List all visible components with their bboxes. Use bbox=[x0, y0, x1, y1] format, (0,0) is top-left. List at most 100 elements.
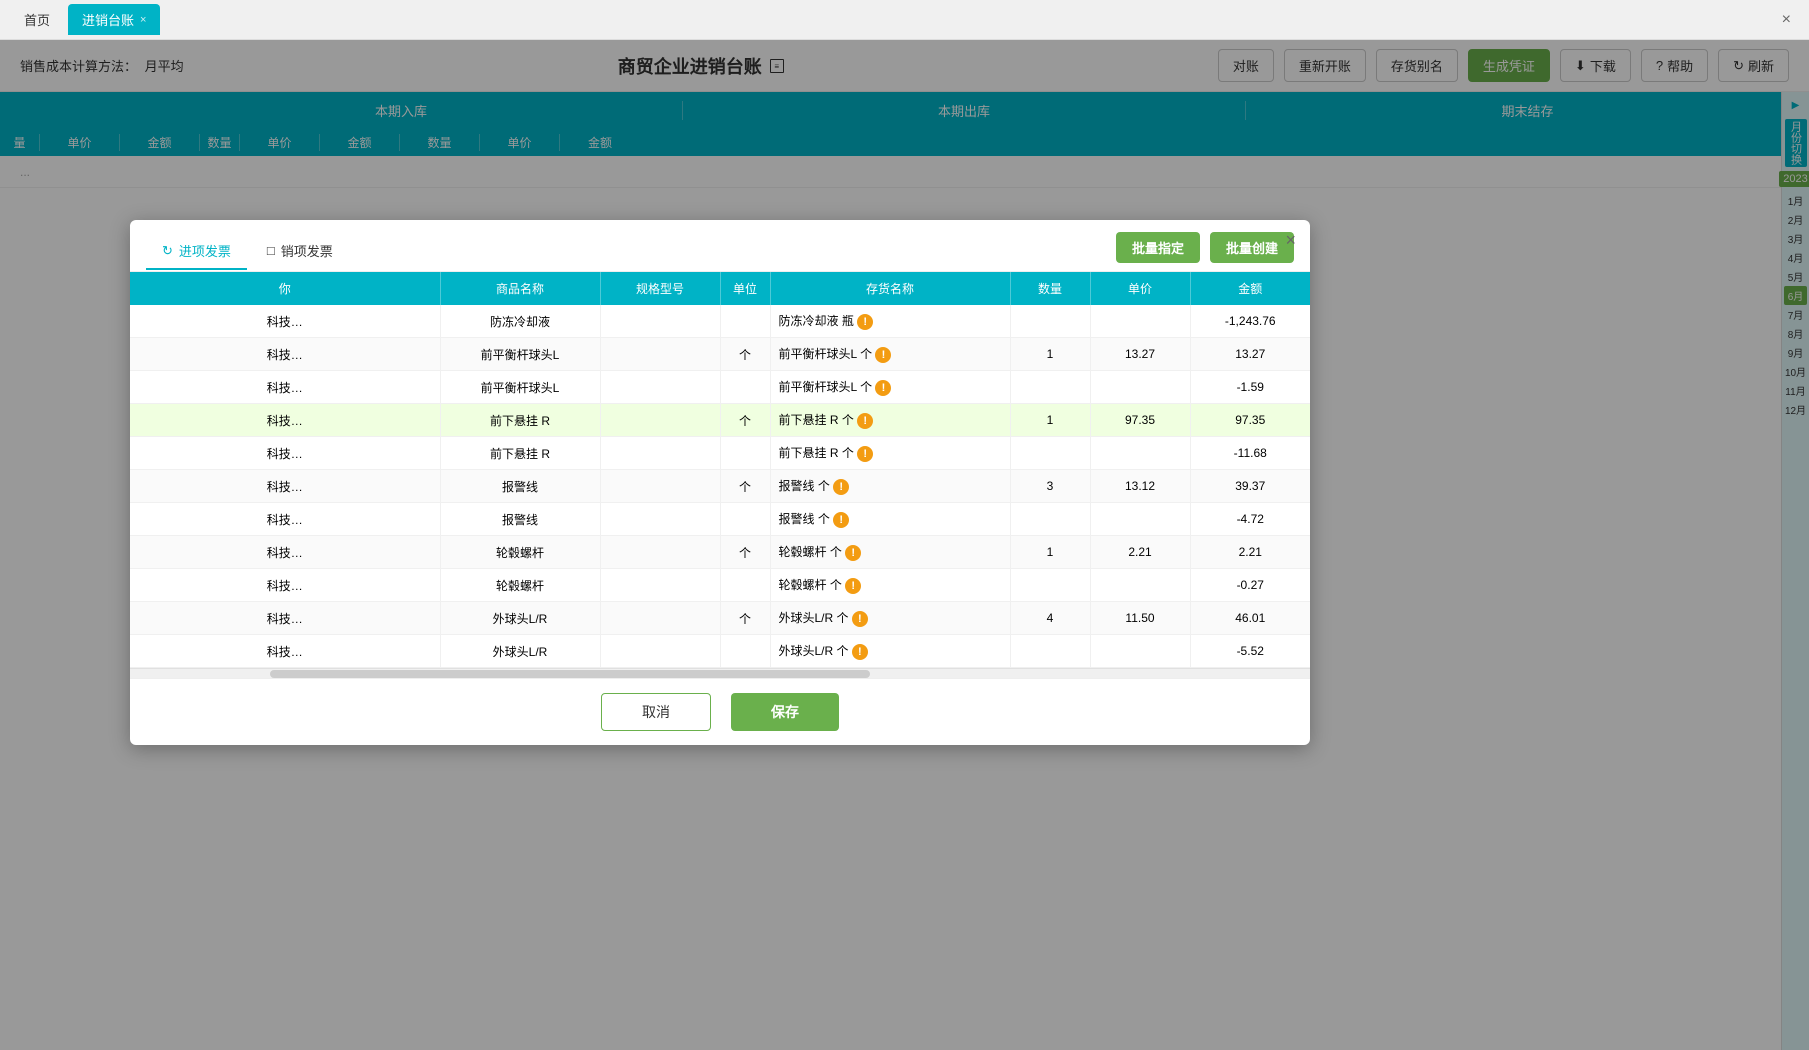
tab-ledger-close[interactable]: × bbox=[140, 14, 146, 26]
cell-amount: 97.35 bbox=[1190, 404, 1310, 437]
batch-create-button[interactable]: 批量创建 bbox=[1210, 232, 1294, 263]
cell-product-name: 报警线 bbox=[440, 503, 600, 536]
warning-icon[interactable]: ! bbox=[857, 314, 873, 330]
table-row: 科技…轮毂螺杆轮毂螺杆 个 !-0.27 bbox=[130, 569, 1310, 602]
cell-spec bbox=[600, 536, 720, 569]
warning-icon[interactable]: ! bbox=[875, 347, 891, 363]
cell-qty bbox=[1010, 371, 1090, 404]
modal-header: ↻ 进项发票 □ 销项发票 批量指定 批量创建 × bbox=[130, 220, 1310, 272]
modal-scrollbar-thumb[interactable] bbox=[270, 670, 870, 678]
cell-unit bbox=[720, 371, 770, 404]
warning-icon[interactable]: ! bbox=[852, 644, 868, 660]
modal-scrollbar[interactable] bbox=[130, 668, 1310, 678]
modal-tab-purchase[interactable]: ↻ 进项发票 bbox=[146, 233, 247, 270]
warning-icon[interactable]: ! bbox=[833, 479, 849, 495]
window-close-button[interactable]: × bbox=[1774, 7, 1799, 33]
cell-unit-price: 13.12 bbox=[1090, 470, 1190, 503]
cell-inventory: 防冻冷却液 瓶 ! bbox=[770, 305, 1010, 338]
cell-product-name: 前下悬挂 R bbox=[440, 404, 600, 437]
modal-close-button[interactable]: × bbox=[1285, 230, 1296, 251]
col-company: 你 bbox=[130, 272, 440, 305]
cell-unit-price bbox=[1090, 371, 1190, 404]
cell-unit bbox=[720, 437, 770, 470]
cell-unit bbox=[720, 569, 770, 602]
cell-unit-price bbox=[1090, 437, 1190, 470]
cell-unit-price bbox=[1090, 569, 1190, 602]
cell-product-name: 报警线 bbox=[440, 470, 600, 503]
table-row: 科技…外球头L/R个外球头L/R 个 !411.5046.01 bbox=[130, 602, 1310, 635]
warning-icon[interactable]: ! bbox=[875, 380, 891, 396]
purchase-tab-icon: ↻ bbox=[162, 243, 173, 259]
cell-amount: 39.37 bbox=[1190, 470, 1310, 503]
modal-table-wrapper: 你 商品名称 规格型号 单位 存货名称 数量 单价 金额 科技…防冻冷却液防冻冷… bbox=[130, 272, 1310, 668]
sales-tab-icon: □ bbox=[267, 243, 275, 258]
cell-unit bbox=[720, 503, 770, 536]
cell-unit-price: 13.27 bbox=[1090, 338, 1190, 371]
cell-company: 科技… bbox=[130, 602, 440, 635]
cell-qty: 1 bbox=[1010, 404, 1090, 437]
save-button[interactable]: 保存 bbox=[731, 693, 839, 731]
cell-qty bbox=[1010, 305, 1090, 338]
modal-table-head: 你 商品名称 规格型号 单位 存货名称 数量 单价 金额 bbox=[130, 272, 1310, 305]
cell-qty: 4 bbox=[1010, 602, 1090, 635]
cell-company: 科技… bbox=[130, 305, 440, 338]
cell-inventory: 前下悬挂 R 个 ! bbox=[770, 404, 1010, 437]
cell-unit: 个 bbox=[720, 404, 770, 437]
col-qty: 数量 bbox=[1010, 272, 1090, 305]
table-row: 科技…报警线个报警线 个 !313.1239.37 bbox=[130, 470, 1310, 503]
modal-header-actions: 批量指定 批量创建 bbox=[1116, 232, 1294, 271]
table-row: 科技…报警线报警线 个 !-4.72 bbox=[130, 503, 1310, 536]
cell-amount: 2.21 bbox=[1190, 536, 1310, 569]
cell-unit-price bbox=[1090, 305, 1190, 338]
cell-unit: 个 bbox=[720, 602, 770, 635]
cell-spec bbox=[600, 404, 720, 437]
cell-unit: 个 bbox=[720, 536, 770, 569]
cell-company: 科技… bbox=[130, 569, 440, 602]
cell-company: 科技… bbox=[130, 635, 440, 668]
batch-assign-button[interactable]: 批量指定 bbox=[1116, 232, 1200, 263]
cell-product-name: 外球头L/R bbox=[440, 602, 600, 635]
main-content: 销售成本计算方法： 月平均 商贸企业进销台账 ≡ 对账 重新开账 存货别名 生成… bbox=[0, 40, 1809, 1050]
warning-icon[interactable]: ! bbox=[852, 611, 868, 627]
cell-spec bbox=[600, 569, 720, 602]
cell-spec bbox=[600, 503, 720, 536]
warning-icon[interactable]: ! bbox=[857, 446, 873, 462]
cell-company: 科技… bbox=[130, 404, 440, 437]
cell-amount: 13.27 bbox=[1190, 338, 1310, 371]
tab-home[interactable]: 首页 bbox=[10, 4, 64, 35]
cell-qty: 3 bbox=[1010, 470, 1090, 503]
cell-company: 科技… bbox=[130, 536, 440, 569]
cancel-button[interactable]: 取消 bbox=[601, 693, 711, 731]
cell-qty bbox=[1010, 437, 1090, 470]
cell-amount: -1,243.76 bbox=[1190, 305, 1310, 338]
cell-unit-price bbox=[1090, 635, 1190, 668]
tab-ledger[interactable]: 进销台账 × bbox=[68, 4, 160, 35]
cell-amount: -0.27 bbox=[1190, 569, 1310, 602]
col-amount: 金额 bbox=[1190, 272, 1310, 305]
cell-spec bbox=[600, 602, 720, 635]
warning-icon[interactable]: ! bbox=[845, 578, 861, 594]
cell-spec bbox=[600, 371, 720, 404]
modal-tab-sales[interactable]: □ 销项发票 bbox=[251, 233, 349, 270]
col-spec: 规格型号 bbox=[600, 272, 720, 305]
cell-qty bbox=[1010, 569, 1090, 602]
cell-product-name: 前下悬挂 R bbox=[440, 437, 600, 470]
cell-inventory: 报警线 个 ! bbox=[770, 503, 1010, 536]
cell-product-name: 防冻冷却液 bbox=[440, 305, 600, 338]
cell-amount: -1.59 bbox=[1190, 371, 1310, 404]
table-row: 科技…防冻冷却液 防冻冷却液 瓶 ! -1,243.76 bbox=[130, 305, 1310, 338]
col-product-name: 商品名称 bbox=[440, 272, 600, 305]
modal-footer: 取消 保存 bbox=[130, 678, 1310, 745]
modal-table-body: 科技…防冻冷却液防冻冷却液 瓶 !-1,243.76科技…前平衡杆球头L个前平衡… bbox=[130, 305, 1310, 668]
table-row: 科技…前下悬挂 R个前下悬挂 R 个 !197.3597.35 bbox=[130, 404, 1310, 437]
warning-icon[interactable]: ! bbox=[845, 545, 861, 561]
warning-icon[interactable]: ! bbox=[857, 413, 873, 429]
cell-product-name: 前平衡杆球头L bbox=[440, 338, 600, 371]
col-inventory: 存货名称 bbox=[770, 272, 1010, 305]
cell-product-name: 轮毂螺杆 bbox=[440, 536, 600, 569]
warning-icon[interactable]: ! bbox=[833, 512, 849, 528]
cell-amount: -11.68 bbox=[1190, 437, 1310, 470]
col-unit-price: 单价 bbox=[1090, 272, 1190, 305]
cell-product-name: 前平衡杆球头L bbox=[440, 371, 600, 404]
cell-amount: -4.72 bbox=[1190, 503, 1310, 536]
